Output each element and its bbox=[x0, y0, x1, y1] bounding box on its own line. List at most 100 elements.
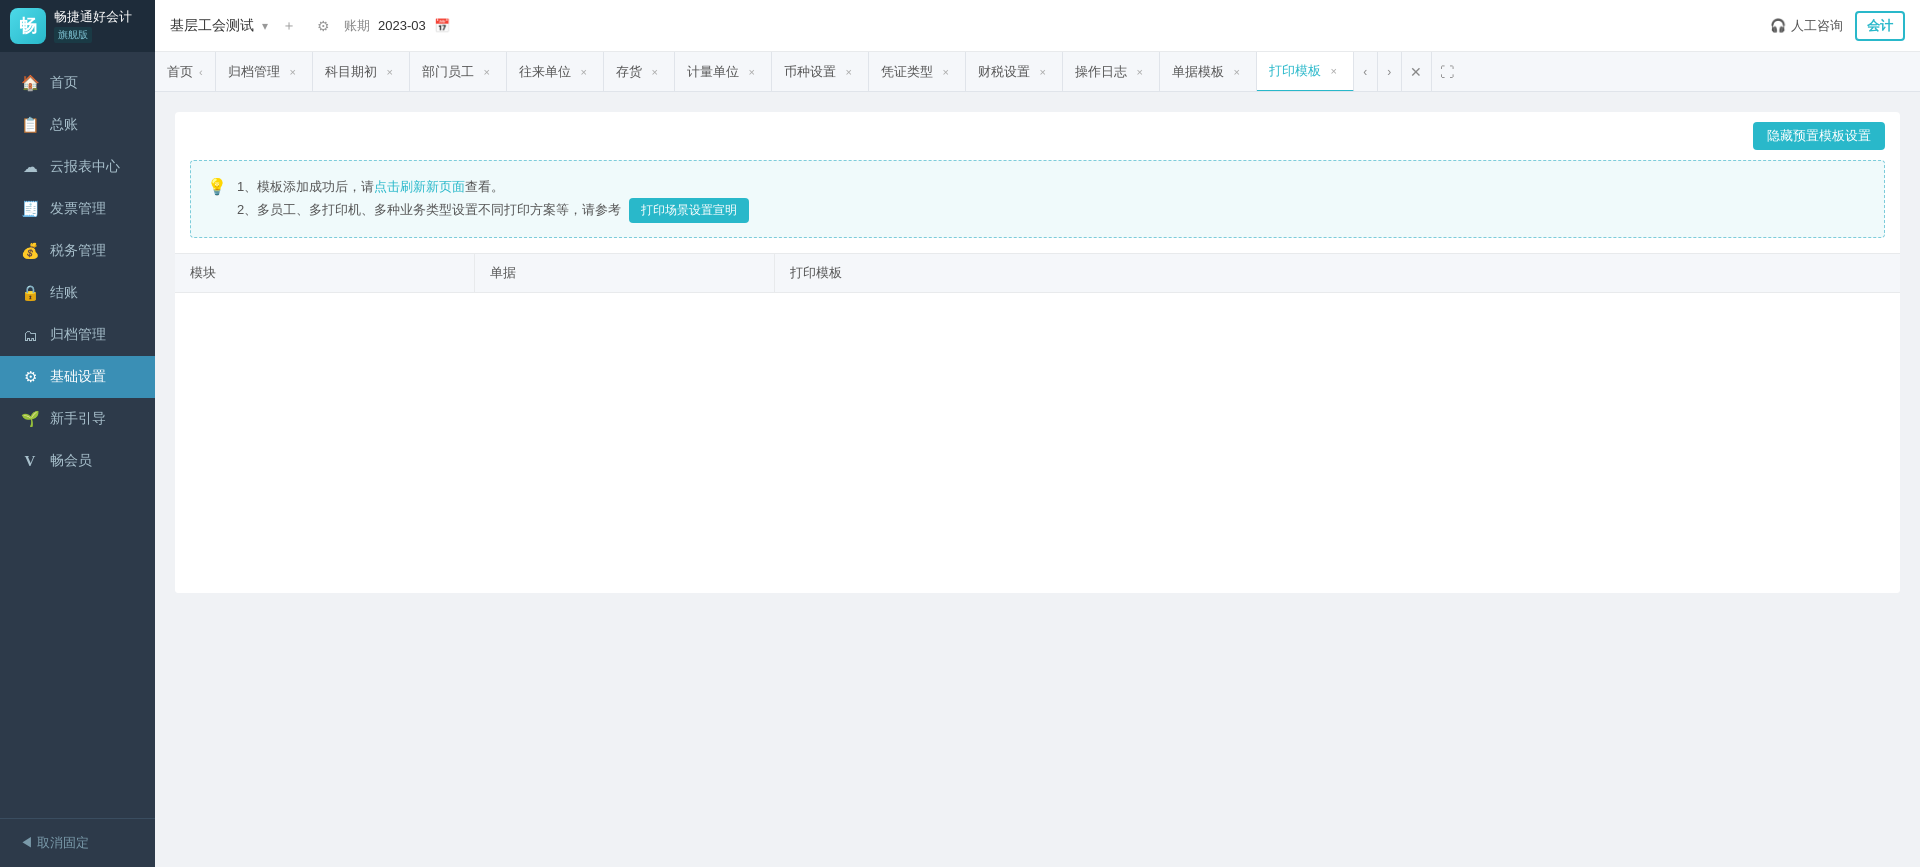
ledger-icon: 📋 bbox=[20, 116, 40, 134]
sidebar-item-label: 基础设置 bbox=[50, 368, 106, 386]
add-company-button[interactable]: ＋ bbox=[276, 13, 302, 39]
content-wrapper: 隐藏预置模板设置 💡 1、模板添加成功后，请点击刷新新页面查看。 2、多员工、多… bbox=[175, 112, 1900, 593]
tab-label: 科目期初 bbox=[325, 63, 377, 81]
sidebar-item-invoice[interactable]: 🧾 发票管理 bbox=[0, 188, 155, 230]
tab-label: 往来单位 bbox=[519, 63, 571, 81]
top-bar-right: 🎧 人工咨询 会计 bbox=[1770, 11, 1905, 41]
tab-close-inventory[interactable]: × bbox=[648, 65, 662, 79]
notice-row: 💡 1、模板添加成功后，请点击刷新新页面查看。 2、多员工、多打印机、多种业务类… bbox=[207, 175, 1868, 223]
sidebar-item-label: 首页 bbox=[50, 74, 78, 92]
logo-text-block: 畅捷通好会计 旗舰版 bbox=[54, 9, 132, 44]
tab-archive-mgmt[interactable]: 归档管理 × bbox=[216, 52, 313, 92]
tab-close-dept[interactable]: × bbox=[480, 65, 494, 79]
refresh-link[interactable]: 点击刷新新页面 bbox=[374, 179, 465, 194]
tab-from-unit[interactable]: 往来单位 × bbox=[507, 52, 604, 92]
period-label: 账期 bbox=[344, 17, 370, 35]
tab-operation-log[interactable]: 操作日志 × bbox=[1063, 52, 1160, 92]
print-scene-button[interactable]: 打印场景设置宣明 bbox=[629, 198, 749, 223]
company-name: 基层工会测试 bbox=[170, 17, 254, 35]
tab-close-subject[interactable]: × bbox=[383, 65, 397, 79]
sidebar-item-home[interactable]: 🏠 首页 bbox=[0, 62, 155, 104]
tax-icon: 💰 bbox=[20, 242, 40, 260]
tab-bar: 首页 ‹ 归档管理 × 科目期初 × 部门员工 × 往来单位 × 存货 × 计量… bbox=[155, 52, 1920, 92]
tab-close-log[interactable]: × bbox=[1133, 65, 1147, 79]
tab-close-currency[interactable]: × bbox=[842, 65, 856, 79]
tab-label: 打印模板 bbox=[1269, 62, 1321, 80]
logo-title: 畅捷通好会计 bbox=[54, 9, 132, 26]
sidebar-item-label: 总账 bbox=[50, 116, 78, 134]
lightbulb-icon: 💡 bbox=[207, 177, 227, 196]
settings-icon: ⚙ bbox=[20, 368, 40, 386]
tab-dept-staff[interactable]: 部门员工 × bbox=[410, 52, 507, 92]
ai-label: 人工咨询 bbox=[1791, 17, 1843, 35]
sidebar-item-cloud-reports[interactable]: ☁ 云报表中心 bbox=[0, 146, 155, 188]
tab-label: 操作日志 bbox=[1075, 63, 1127, 81]
tab-label: 计量单位 bbox=[687, 63, 739, 81]
tab-next-button[interactable]: › bbox=[1378, 52, 1402, 92]
tab-measure-unit[interactable]: 计量单位 × bbox=[675, 52, 772, 92]
tab-print-template[interactable]: 打印模板 × bbox=[1257, 52, 1354, 92]
tab-maximize-button[interactable]: ⛶ bbox=[1432, 52, 1462, 92]
sidebar-item-label: 发票管理 bbox=[50, 200, 106, 218]
ai-consultation-button[interactable]: 🎧 人工咨询 bbox=[1770, 17, 1843, 35]
page-content: 隐藏预置模板设置 💡 1、模板添加成功后，请点击刷新新页面查看。 2、多员工、多… bbox=[155, 92, 1920, 867]
tab-close-measure[interactable]: × bbox=[745, 65, 759, 79]
tab-close-tax[interactable]: × bbox=[1036, 65, 1050, 79]
sidebar-logo: 畅 畅捷通好会计 旗舰版 bbox=[0, 0, 155, 52]
sidebar-item-label: 云报表中心 bbox=[50, 158, 120, 176]
calendar-icon[interactable]: 📅 bbox=[434, 18, 450, 33]
settings-gear-button[interactable]: ⚙ bbox=[310, 13, 336, 39]
archive-icon: 🗂 bbox=[20, 327, 40, 344]
accountant-button[interactable]: 会计 bbox=[1855, 11, 1905, 41]
tab-close-from-unit[interactable]: × bbox=[577, 65, 591, 79]
sidebar-item-label: 新手引导 bbox=[50, 410, 106, 428]
logo-icon: 畅 bbox=[10, 8, 46, 44]
newbie-icon: 🌱 bbox=[20, 410, 40, 428]
tab-currency[interactable]: 币种设置 × bbox=[772, 52, 869, 92]
sidebar-item-general-ledger[interactable]: 📋 总账 bbox=[0, 104, 155, 146]
tab-voucher-type[interactable]: 凭证类型 × bbox=[869, 52, 966, 92]
home-icon: 🏠 bbox=[20, 74, 40, 92]
sidebar-item-basic-settings[interactable]: ⚙ 基础设置 bbox=[0, 356, 155, 398]
sidebar-item-archive[interactable]: 🗂 归档管理 bbox=[0, 314, 155, 356]
tab-close-single[interactable]: × bbox=[1230, 65, 1244, 79]
notice-line-1: 1、模板添加成功后，请点击刷新新页面查看。 bbox=[237, 175, 1868, 198]
cloud-icon: ☁ bbox=[20, 158, 40, 176]
top-bar: 基层工会测试 ▾ ＋ ⚙ 账期 2023-03 📅 🎧 人工咨询 会计 bbox=[155, 0, 1920, 52]
notice-line1-before: 1、模板添加成功后，请 bbox=[237, 179, 374, 194]
hide-preview-button[interactable]: 隐藏预置模板设置 bbox=[1753, 122, 1885, 150]
member-icon: V bbox=[20, 453, 40, 470]
tab-label: 单据模板 bbox=[1172, 63, 1224, 81]
sidebar-item-tax[interactable]: 💰 税务管理 bbox=[0, 230, 155, 272]
sidebar-item-label: 结账 bbox=[50, 284, 78, 302]
tab-close-all-button[interactable]: ✕ bbox=[1402, 52, 1432, 92]
tab-close-print[interactable]: × bbox=[1327, 64, 1341, 78]
sidebar-item-close[interactable]: 🔒 结账 bbox=[0, 272, 155, 314]
sidebar-item-label: 归档管理 bbox=[50, 326, 106, 344]
tab-prev-button[interactable]: ‹ bbox=[1354, 52, 1378, 92]
tab-subject-period[interactable]: 科目期初 × bbox=[313, 52, 410, 92]
th-print-template: 打印模板 bbox=[775, 254, 1900, 292]
th-module: 模块 bbox=[175, 254, 475, 292]
period-value: 2023-03 bbox=[378, 18, 426, 33]
tab-label: 凭证类型 bbox=[881, 63, 933, 81]
top-bar-left: 基层工会测试 ▾ ＋ ⚙ 账期 2023-03 📅 bbox=[170, 13, 450, 39]
sidebar-item-member[interactable]: V 畅会员 bbox=[0, 440, 155, 482]
tab-inventory[interactable]: 存货 × bbox=[604, 52, 675, 92]
tab-close-voucher[interactable]: × bbox=[939, 65, 953, 79]
unpin-button[interactable]: ◀ 取消固定 bbox=[0, 818, 155, 867]
table-header: 模块 单据 打印模板 bbox=[175, 253, 1900, 293]
tab-tax-settings[interactable]: 财税设置 × bbox=[966, 52, 1063, 92]
tab-nav-arrow[interactable]: ‹ bbox=[199, 66, 203, 78]
company-dropdown-arrow[interactable]: ▾ bbox=[262, 19, 268, 33]
notice-line2-before: 2、多员工、多打印机、多种业务类型设置不同打印方案等，请参考 bbox=[237, 202, 621, 217]
tab-home[interactable]: 首页 ‹ bbox=[155, 52, 216, 92]
tab-label: 存货 bbox=[616, 63, 642, 81]
tab-single-template[interactable]: 单据模板 × bbox=[1160, 52, 1257, 92]
notice-box: 💡 1、模板添加成功后，请点击刷新新页面查看。 2、多员工、多打印机、多种业务类… bbox=[190, 160, 1885, 238]
sidebar-nav: 🏠 首页 📋 总账 ☁ 云报表中心 🧾 发票管理 💰 税务管理 🔒 结账 🗂 归… bbox=[0, 52, 155, 818]
tab-label: 首页 bbox=[167, 63, 193, 81]
tab-label: 归档管理 bbox=[228, 63, 280, 81]
tab-close-archive[interactable]: × bbox=[286, 65, 300, 79]
sidebar-item-newbie[interactable]: 🌱 新手引导 bbox=[0, 398, 155, 440]
